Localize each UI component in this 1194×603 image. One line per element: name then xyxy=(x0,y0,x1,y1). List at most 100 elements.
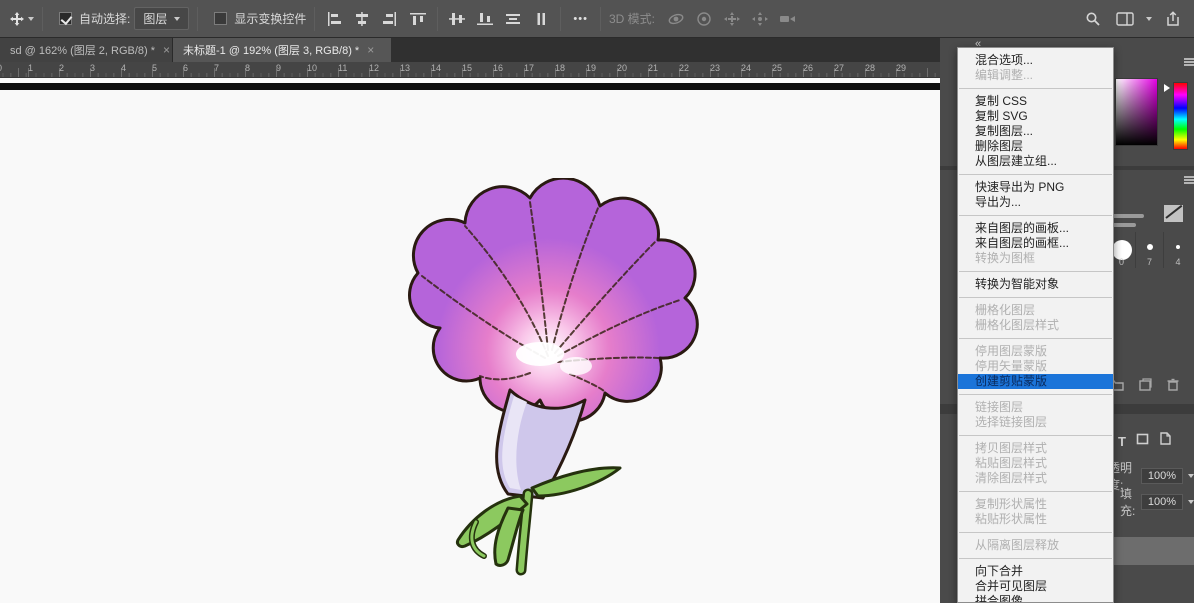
workspace-chevron-icon[interactable] xyxy=(1146,17,1152,21)
photoshop-window: 自动选择: 图层 显示变换控件 xyxy=(0,0,1194,603)
share-icon[interactable] xyxy=(1162,9,1184,29)
auto-select-value: 图层 xyxy=(143,10,167,27)
ruler-number: 9 xyxy=(276,63,281,73)
menu-item[interactable]: 从图层建立组... xyxy=(958,154,1113,169)
distribute-horizontal-icon[interactable] xyxy=(502,9,524,29)
menu-separator xyxy=(958,333,1113,344)
brush-preset[interactable]: 7 xyxy=(1136,232,1164,268)
toolbar-divider xyxy=(197,7,198,31)
menu-separator xyxy=(958,389,1113,400)
align-bottom-edges-icon[interactable] xyxy=(474,9,496,29)
menu-item[interactable]: 快速导出为 PNG xyxy=(958,180,1113,195)
menu-item[interactable]: 复制图层... xyxy=(958,124,1113,139)
ruler-number: 26 xyxy=(803,63,813,73)
ruler-number: 18 xyxy=(555,63,565,73)
ruler-number: 20 xyxy=(617,63,627,73)
menu-item[interactable]: 来自图层的画板... xyxy=(958,221,1113,236)
align-horizontal-centers-icon[interactable] xyxy=(351,9,373,29)
pencil-icon[interactable] xyxy=(1164,205,1183,222)
brush-panel-menu-icon[interactable] xyxy=(1184,176,1194,184)
show-transform-checkbox[interactable] xyxy=(214,12,227,25)
menu-separator xyxy=(958,553,1113,564)
distribute-vertical-icon[interactable] xyxy=(530,9,552,29)
menu-item[interactable]: 向下合并 xyxy=(958,564,1113,579)
search-icon[interactable] xyxy=(1082,9,1104,29)
brush-preset[interactable]: 4 xyxy=(1164,232,1192,268)
move-tool-icon[interactable] xyxy=(6,9,28,29)
menu-item[interactable]: 来自图层的画框... xyxy=(958,236,1113,251)
workspace-switcher-icon[interactable] xyxy=(1114,9,1136,29)
filter-text-layers-icon[interactable]: T xyxy=(1118,434,1126,449)
menu-item: 选择链接图层 xyxy=(958,415,1113,430)
morning-glory-artwork xyxy=(380,178,720,578)
tab-document-2[interactable]: 未标题-1 @ 192% (图层 3, RGB/8) * × xyxy=(173,38,391,62)
layer-filter-row: T xyxy=(1118,432,1194,450)
selected-layer-row[interactable] xyxy=(1110,537,1194,565)
move-tool-chevron-icon[interactable] xyxy=(28,17,34,21)
menu-separator xyxy=(958,83,1113,94)
menu-item[interactable]: 混合选项... xyxy=(958,53,1113,68)
menu-item[interactable]: 转换为智能对象 xyxy=(958,277,1113,292)
brush-size: 7 xyxy=(1136,257,1163,267)
menu-item: 栅格化图层 xyxy=(958,303,1113,318)
menu-item: 粘贴形状属性 xyxy=(958,512,1113,527)
align-vertical-centers-icon[interactable] xyxy=(446,9,468,29)
toolbar-divider xyxy=(437,7,438,31)
ruler-number: 27 xyxy=(834,63,844,73)
menu-item: 复制形状属性 xyxy=(958,497,1113,512)
ruler-number: 22 xyxy=(679,63,689,73)
ruler-number: 4 xyxy=(121,63,126,73)
trash-icon[interactable] xyxy=(1166,378,1180,391)
menu-separator xyxy=(958,486,1113,497)
menu-item[interactable]: 复制 SVG xyxy=(958,109,1113,124)
ruler-number: 8 xyxy=(245,63,250,73)
menu-item: 编辑调整... xyxy=(958,68,1113,83)
ruler-number: 28 xyxy=(865,63,875,73)
menu-separator xyxy=(958,210,1113,221)
color-saturation-square[interactable] xyxy=(1115,78,1158,146)
opacity-value[interactable]: 100% xyxy=(1141,468,1183,484)
align-right-edges-icon[interactable] xyxy=(379,9,401,29)
ruler-number: 2 xyxy=(59,63,64,73)
mode-3d-label: 3D 模式: xyxy=(609,10,655,27)
menu-item[interactable]: 合并可见图层 xyxy=(958,579,1113,594)
menu-item: 转换为图框 xyxy=(958,251,1113,266)
align-left-edges-icon[interactable] xyxy=(323,9,345,29)
hue-strip[interactable] xyxy=(1173,82,1188,150)
auto-select-dropdown[interactable]: 图层 xyxy=(134,7,189,30)
close-icon[interactable]: × xyxy=(367,43,374,57)
3d-slide-icon xyxy=(749,9,771,29)
chevron-down-icon xyxy=(174,17,180,21)
menu-item[interactable]: 复制 CSS xyxy=(958,94,1113,109)
menu-item: 从隔离图层释放 xyxy=(958,538,1113,553)
menu-item[interactable]: 创建剪贴蒙版 xyxy=(958,374,1113,389)
ruler-number: 0 xyxy=(0,63,2,73)
chevron-down-icon[interactable] xyxy=(1188,474,1194,478)
ruler-number: 24 xyxy=(741,63,751,73)
filter-smart-object-icon[interactable] xyxy=(1159,432,1172,450)
more-options-button[interactable]: ••• xyxy=(569,13,592,25)
menu-item[interactable]: 拼合图像 xyxy=(958,594,1113,603)
toolbar-divider xyxy=(42,7,43,31)
canvas-edge xyxy=(0,83,940,90)
auto-select-label: 自动选择: xyxy=(79,10,130,27)
filter-shape-layers-icon[interactable] xyxy=(1136,432,1149,450)
tab-document-1[interactable]: sd @ 162% (图层 2, RGB/8) * × xyxy=(0,38,173,62)
ruler-number: 17 xyxy=(524,63,534,73)
fill-row: 填充: 100% xyxy=(1120,485,1194,519)
panel-action-row xyxy=(1108,378,1194,391)
align-top-edges-icon[interactable] xyxy=(407,9,429,29)
ruler-number: 12 xyxy=(369,63,379,73)
tab-title: 未标题-1 @ 192% (图层 3, RGB/8) * xyxy=(183,42,359,58)
chevron-down-icon[interactable] xyxy=(1188,500,1194,504)
fill-value[interactable]: 100% xyxy=(1141,494,1183,510)
color-panel-menu-icon[interactable] xyxy=(1184,58,1194,66)
canvas[interactable] xyxy=(0,78,940,603)
menu-item: 停用图层蒙版 xyxy=(958,344,1113,359)
auto-select-checkbox[interactable] xyxy=(59,12,72,25)
new-layer-icon[interactable] xyxy=(1138,378,1152,391)
layer-context-menu: 混合选项...编辑调整... 复制 CSS复制 SVG复制图层...删除图层从图层… xyxy=(957,47,1114,603)
menu-item[interactable]: 导出为... xyxy=(958,195,1113,210)
menu-item[interactable]: 删除图层 xyxy=(958,139,1113,154)
close-icon[interactable]: × xyxy=(163,43,170,57)
